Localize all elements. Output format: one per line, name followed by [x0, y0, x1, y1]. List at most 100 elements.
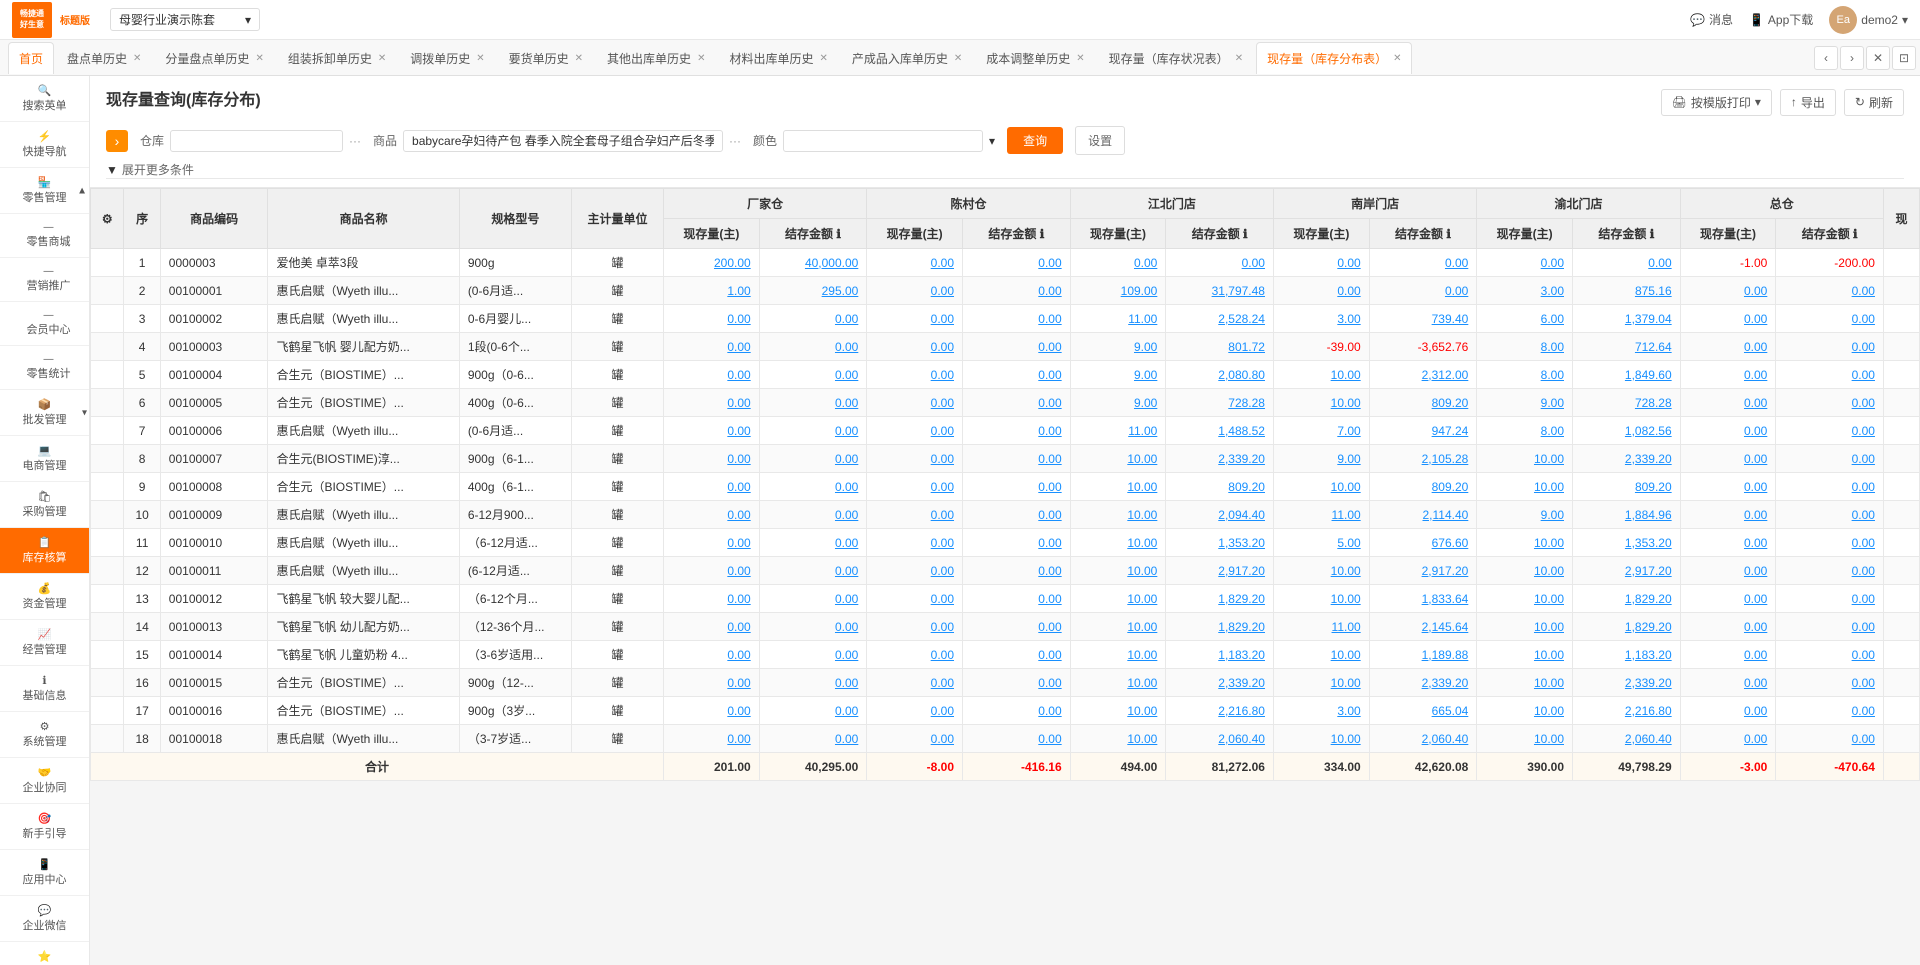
tabs-close-btn[interactable]: ✕ — [1866, 46, 1890, 70]
nav-tabs-scroll: 首页 盘点单历史 ✕ 分量盘点单历史 ✕ 组装拆卸单历史 ✕ 调拨单历史 ✕ — [8, 42, 1814, 74]
tab-close[interactable]: ✕ — [378, 53, 386, 64]
chenjia-stock: 0.00 — [867, 249, 963, 277]
refresh-btn[interactable]: ↻ 刷新 — [1844, 89, 1904, 116]
sidebar-item-retail-mgmt[interactable]: 🏪 零售管理 ▲ — [0, 168, 89, 214]
expand-more-btn[interactable]: ▼ 展开更多条件 — [106, 161, 1904, 178]
sidebar-item-label: 新手引导 — [4, 825, 85, 841]
tab-home[interactable]: 首页 — [8, 42, 54, 74]
basic-icon: ℹ — [4, 674, 85, 687]
tab-inventory-status[interactable]: 现存量（库存状况表） ✕ — [1098, 42, 1254, 74]
sidebar-item-ecommerce[interactable]: 💻 电商管理 — [0, 436, 89, 482]
goods-input[interactable] — [403, 130, 723, 152]
tab-close[interactable]: ✕ — [819, 53, 827, 64]
app-download-btn[interactable]: 📱 App下载 — [1749, 11, 1813, 28]
tab-close[interactable]: ✕ — [476, 53, 484, 64]
sidebar-item-inventory[interactable]: 📋 库存核算 — [0, 528, 89, 574]
row-settings[interactable] — [91, 697, 124, 725]
tabs-expand-btn[interactable]: ⊡ — [1892, 46, 1916, 70]
sidebar-item-marketing[interactable]: — 营销推广 — [0, 258, 89, 302]
tab-material-history[interactable]: 材料出库单历史 ✕ — [718, 42, 838, 74]
row-code: 00100009 — [160, 501, 268, 529]
tab-close[interactable]: ✕ — [255, 53, 263, 64]
settings-btn[interactable]: 设置 — [1075, 126, 1125, 155]
sidebar-item-search[interactable]: 🔍 搜索英单 — [0, 76, 89, 122]
summary-zongcang-stock: -3.00 — [1680, 753, 1776, 781]
row-settings[interactable] — [91, 473, 124, 501]
sidebar-item-purchase[interactable]: 🛍 采购管理 — [0, 482, 89, 528]
row-settings[interactable] — [91, 557, 124, 585]
warehouse-dots[interactable]: ··· — [349, 134, 361, 148]
query-btn[interactable]: 查询 — [1007, 127, 1063, 154]
chenjia-stock: 0.00 — [867, 557, 963, 585]
tab-outbound-history[interactable]: 其他出库单历史 ✕ — [596, 42, 716, 74]
sidebar-item-finance[interactable]: 💰 资金管理 — [0, 574, 89, 620]
tab-production-history[interactable]: 产成品入库单历史 ✕ — [841, 42, 973, 74]
sidebar-item-label: 企业微信 — [4, 917, 85, 933]
sidebar-item-member2[interactable]: ⭐ 畅会员 — [0, 942, 89, 965]
expand-toggle-btn[interactable]: › — [106, 130, 128, 152]
tab-close[interactable]: ✕ — [133, 53, 141, 64]
sidebar-item-shortcut[interactable]: ⚡ 快捷导航 — [0, 122, 89, 168]
print-btn[interactable]: 🖨 按模版打印 ▾ — [1661, 89, 1772, 116]
sidebar-item-app-center[interactable]: 📱 应用中心 — [0, 850, 89, 896]
sidebar-item-wechat[interactable]: 💬 企业微信 — [0, 896, 89, 942]
tab-close[interactable]: ✕ — [1393, 53, 1401, 64]
sidebar-item-guide[interactable]: 🎯 新手引导 — [0, 804, 89, 850]
user-info[interactable]: Ea demo2 ▾ — [1829, 6, 1908, 34]
color-input[interactable] — [783, 130, 983, 152]
row-settings[interactable] — [91, 249, 124, 277]
row-settings[interactable] — [91, 641, 124, 669]
row-settings[interactable] — [91, 305, 124, 333]
goods-dots[interactable]: ··· — [729, 134, 741, 148]
tab-close[interactable]: ✕ — [1235, 53, 1243, 64]
sidebar-item-basic[interactable]: ℹ 基础信息 — [0, 666, 89, 712]
sidebar-item-wholesale[interactable]: 📦 批发管理 ▾ — [0, 390, 89, 436]
row-settings[interactable] — [91, 501, 124, 529]
row-settings[interactable] — [91, 585, 124, 613]
tab-close[interactable]: ✕ — [697, 53, 705, 64]
row-name: 惠氏启赋（Wyeth illu... — [268, 417, 459, 445]
row-settings[interactable] — [91, 277, 124, 305]
row-settings[interactable] — [91, 389, 124, 417]
sidebar-item-member[interactable]: — 会员中心 — [0, 302, 89, 346]
sidebar-item-operation[interactable]: 📈 经营管理 — [0, 620, 89, 666]
col-settings-header[interactable]: ⚙ — [91, 189, 124, 249]
inventory-icon: 📋 — [4, 536, 85, 549]
row-unit: 罐 — [571, 417, 663, 445]
row-settings[interactable] — [91, 445, 124, 473]
row-name: 合生元（BIOSTIME）... — [268, 389, 459, 417]
row-settings[interactable] — [91, 333, 124, 361]
table-container[interactable]: ⚙ 序 商品编码 商品名称 规格型号 主计量单位 厂家仓 陈村仓 江北门店 南岸… — [90, 188, 1920, 965]
tab-branch-history[interactable]: 分量盘点单历史 ✕ — [154, 42, 274, 74]
tab-inventory-history[interactable]: 盘点单历史 ✕ — [56, 42, 152, 74]
warehouse-input[interactable] — [170, 130, 343, 152]
tab-inventory-distribution[interactable]: 现存量（库存分布表） ✕ — [1256, 42, 1412, 74]
tab-cost-history[interactable]: 成本调整单历史 ✕ — [975, 42, 1095, 74]
tab-close[interactable]: ✕ — [954, 53, 962, 64]
tabs-prev-btn[interactable]: ‹ — [1814, 46, 1838, 70]
branch-selector[interactable]: 母婴行业演示陈套 ▾ — [110, 8, 260, 31]
tab-order-history[interactable]: 要货单历史 ✕ — [498, 42, 594, 74]
row-settings[interactable] — [91, 417, 124, 445]
sidebar-item-retail-store[interactable]: — 零售商城 — [0, 214, 89, 258]
row-settings[interactable] — [91, 725, 124, 753]
tab-close[interactable]: ✕ — [1076, 53, 1084, 64]
yubeimen-amount: 1,849.60 — [1573, 361, 1681, 389]
tab-close[interactable]: ✕ — [575, 53, 583, 64]
row-settings[interactable] — [91, 361, 124, 389]
row-settings[interactable] — [91, 613, 124, 641]
tab-transfer-history[interactable]: 调拨单历史 ✕ — [399, 42, 495, 74]
color-dropdown-arrow[interactable]: ▾ — [989, 134, 995, 148]
row-settings[interactable] — [91, 529, 124, 557]
summary-label: 合计 — [91, 753, 664, 781]
export-btn[interactable]: ↑ 导出 — [1780, 89, 1836, 116]
message-btn[interactable]: 💬 消息 — [1690, 11, 1733, 28]
sidebar-item-corp[interactable]: 🤝 企业协同 — [0, 758, 89, 804]
sidebar-item-retail-stats[interactable]: — 零售统计 — [0, 346, 89, 390]
tab-assembly-history[interactable]: 组装拆卸单历史 ✕ — [277, 42, 397, 74]
tabs-next-btn[interactable]: › — [1840, 46, 1864, 70]
chenjia-amount: 0.00 — [963, 389, 1071, 417]
sidebar-item-system[interactable]: ⚙ 系统管理 — [0, 712, 89, 758]
row-settings[interactable] — [91, 669, 124, 697]
jiangbei-amount: 2,094.40 — [1166, 501, 1274, 529]
